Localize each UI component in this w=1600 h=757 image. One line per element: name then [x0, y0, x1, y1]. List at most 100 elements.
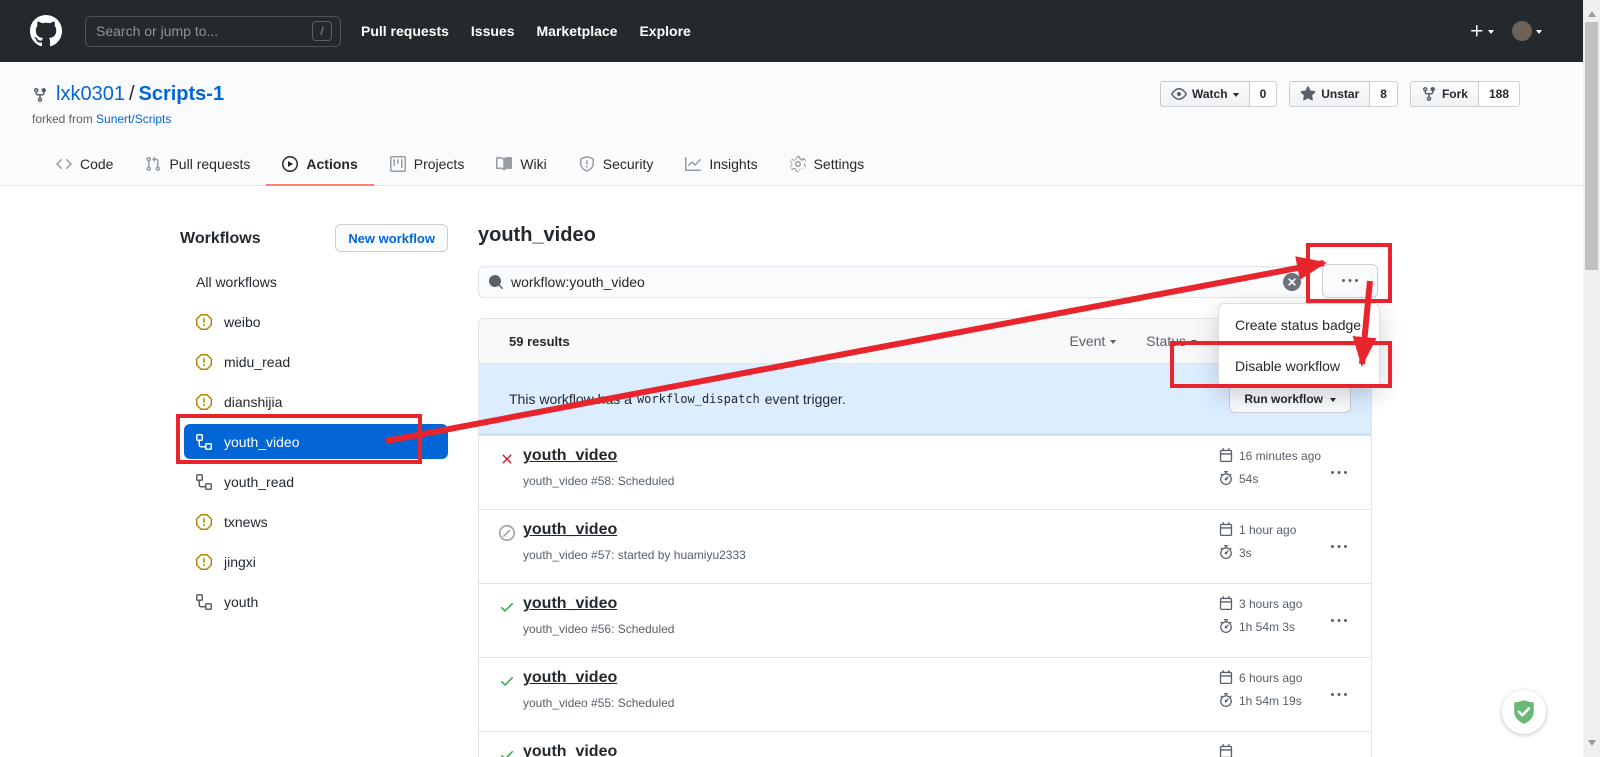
- star-count[interactable]: 8: [1370, 81, 1398, 107]
- sidebar-item-jingxi[interactable]: jingxi: [176, 542, 448, 582]
- workflow-runs-main: youth_video 59 results Event Status: [478, 218, 1372, 247]
- run-title-link[interactable]: youth_video: [523, 521, 617, 539]
- run-title-link[interactable]: youth_video: [523, 595, 617, 613]
- run-subtitle: youth_video #58: Scheduled: [523, 474, 674, 488]
- chevron-down-icon: [1488, 30, 1494, 37]
- calendar-icon: [1219, 744, 1233, 757]
- run-title-link[interactable]: youth_video: [523, 669, 617, 687]
- nav-marketplace[interactable]: Marketplace: [537, 23, 618, 39]
- kebab-icon: [1342, 273, 1358, 289]
- run-workflow-button[interactable]: Run workflow: [1229, 385, 1351, 413]
- watch-label: Watch: [1192, 87, 1228, 101]
- plus-icon: [1469, 23, 1485, 39]
- tab-insights[interactable]: Insights: [669, 142, 773, 186]
- forked-from-link[interactable]: Sunert/Scripts: [96, 112, 171, 126]
- tab-code[interactable]: Code: [40, 142, 129, 186]
- nav-issues[interactable]: Issues: [471, 23, 515, 39]
- run-subtitle: youth_video #57: started by huamiyu2333: [523, 548, 746, 562]
- scrollbar[interactable]: [1583, 0, 1600, 757]
- menu-item-disable-workflow[interactable]: Disable workflow: [1219, 345, 1379, 386]
- watch-count[interactable]: 0: [1250, 81, 1278, 107]
- scroll-up-arrow-icon[interactable]: [1588, 7, 1596, 17]
- sidebar-item-label: youth_video: [224, 434, 300, 450]
- fork-button[interactable]: Fork: [1410, 81, 1479, 107]
- run-options-kebab-icon[interactable]: [1331, 613, 1347, 629]
- sidebar-item-dianshijia[interactable]: dianshijia: [176, 382, 448, 422]
- global-search-input[interactable]: [96, 23, 312, 39]
- new-workflow-button[interactable]: New workflow: [335, 224, 448, 252]
- run-title-link[interactable]: youth_video: [523, 743, 617, 757]
- github-actions-page: / Pull requests Issues Marketplace Explo…: [0, 0, 1600, 757]
- run-options-kebab-icon[interactable]: [1331, 465, 1347, 481]
- slash-key-hint: /: [312, 21, 332, 41]
- adblock-shield-button[interactable]: [1502, 690, 1546, 734]
- warning-icon: [196, 394, 212, 410]
- status-failed-icon: [499, 451, 515, 467]
- scrollbar-thumb[interactable]: [1585, 22, 1598, 270]
- fork-label: Fork: [1442, 87, 1468, 101]
- clear-filter-button[interactable]: [1283, 273, 1301, 291]
- tab-actions[interactable]: Actions: [266, 142, 373, 186]
- run-subtitle: youth_video #56: Scheduled: [523, 622, 674, 636]
- stopwatch-icon: [1219, 545, 1233, 559]
- create-new-menu[interactable]: [1469, 23, 1494, 39]
- tab-label: Code: [80, 156, 113, 172]
- workflow-run-row[interactable]: youth_video youth_video #58: Scheduled 1…: [479, 435, 1371, 509]
- user-menu[interactable]: [1512, 21, 1542, 41]
- sidebar-item-youth-read[interactable]: youth_read: [176, 462, 448, 502]
- run-workflow-label: Run workflow: [1244, 392, 1323, 406]
- sidebar-item-midu-read[interactable]: midu_read: [176, 342, 448, 382]
- tab-wiki[interactable]: Wiki: [480, 142, 562, 186]
- watch-button[interactable]: Watch: [1160, 81, 1250, 107]
- book-icon: [496, 156, 512, 172]
- calendar-icon: [1219, 596, 1233, 610]
- runs-filter-input[interactable]: [478, 266, 1310, 298]
- tab-label: Security: [603, 156, 654, 172]
- event-filter-label: Event: [1069, 333, 1105, 349]
- menu-item-create-status-badge[interactable]: Create status badge: [1219, 304, 1379, 345]
- tab-label: Projects: [414, 156, 465, 172]
- tab-projects[interactable]: Projects: [374, 142, 481, 186]
- sidebar-title: Workflows: [180, 230, 261, 248]
- chevron-down-icon: [1330, 398, 1336, 405]
- sidebar-item-youth-video[interactable]: youth_video: [184, 424, 448, 459]
- workflow-options-button[interactable]: [1322, 264, 1378, 298]
- sidebar-item-all-workflows[interactable]: All workflows: [176, 262, 448, 302]
- status-success-icon: [499, 747, 515, 757]
- workflow-run-row[interactable]: youth_video youth_video #55: Scheduled 6…: [479, 657, 1371, 731]
- tab-security[interactable]: Security: [563, 142, 670, 186]
- scroll-down-arrow-icon[interactable]: [1588, 740, 1596, 750]
- sidebar-item-weibo[interactable]: weibo: [176, 302, 448, 342]
- repo-owner-link[interactable]: lxk0301: [56, 83, 125, 105]
- fork-group: Fork 188: [1410, 81, 1520, 107]
- event-filter-dropdown[interactable]: Event: [1069, 333, 1116, 349]
- warning-icon: [196, 554, 212, 570]
- unstar-button[interactable]: Unstar: [1289, 81, 1370, 107]
- github-logo-icon[interactable]: [30, 15, 62, 47]
- sidebar-item-youth[interactable]: youth: [176, 582, 448, 622]
- repo-forked-icon: [32, 87, 48, 103]
- repo-header: lxk0301/Scripts-1 forked from Sunert/Scr…: [0, 62, 1600, 186]
- unstar-label: Unstar: [1321, 87, 1359, 101]
- chevron-down-icon: [1233, 93, 1239, 100]
- nav-explore[interactable]: Explore: [639, 23, 690, 39]
- sidebar-item-label: youth: [224, 594, 258, 610]
- workflow-run-row[interactable]: youth_video youth_video #56: Scheduled 3…: [479, 583, 1371, 657]
- run-options-kebab-icon[interactable]: [1331, 687, 1347, 703]
- run-options-kebab-icon[interactable]: [1331, 539, 1347, 555]
- repo-name-link[interactable]: Scripts-1: [139, 83, 225, 105]
- status-filter-dropdown[interactable]: Status: [1146, 333, 1197, 349]
- workflow-options-menu: Create status badge Disable workflow: [1218, 303, 1380, 387]
- run-time: 16 minutes ago: [1239, 449, 1321, 463]
- global-search[interactable]: /: [85, 16, 341, 47]
- workflow-run-row[interactable]: youth_video: [479, 731, 1371, 757]
- sidebar-item-txnews[interactable]: txnews: [176, 502, 448, 542]
- tab-pull-requests[interactable]: Pull requests: [129, 142, 266, 186]
- fork-count[interactable]: 188: [1479, 81, 1520, 107]
- tab-settings[interactable]: Settings: [774, 142, 881, 186]
- nav-pull-requests[interactable]: Pull requests: [361, 23, 449, 39]
- x-circle-icon: [1283, 273, 1301, 291]
- calendar-icon: [1219, 522, 1233, 536]
- run-title-link[interactable]: youth_video: [523, 447, 617, 465]
- workflow-run-row[interactable]: youth_video youth_video #57: started by …: [479, 509, 1371, 583]
